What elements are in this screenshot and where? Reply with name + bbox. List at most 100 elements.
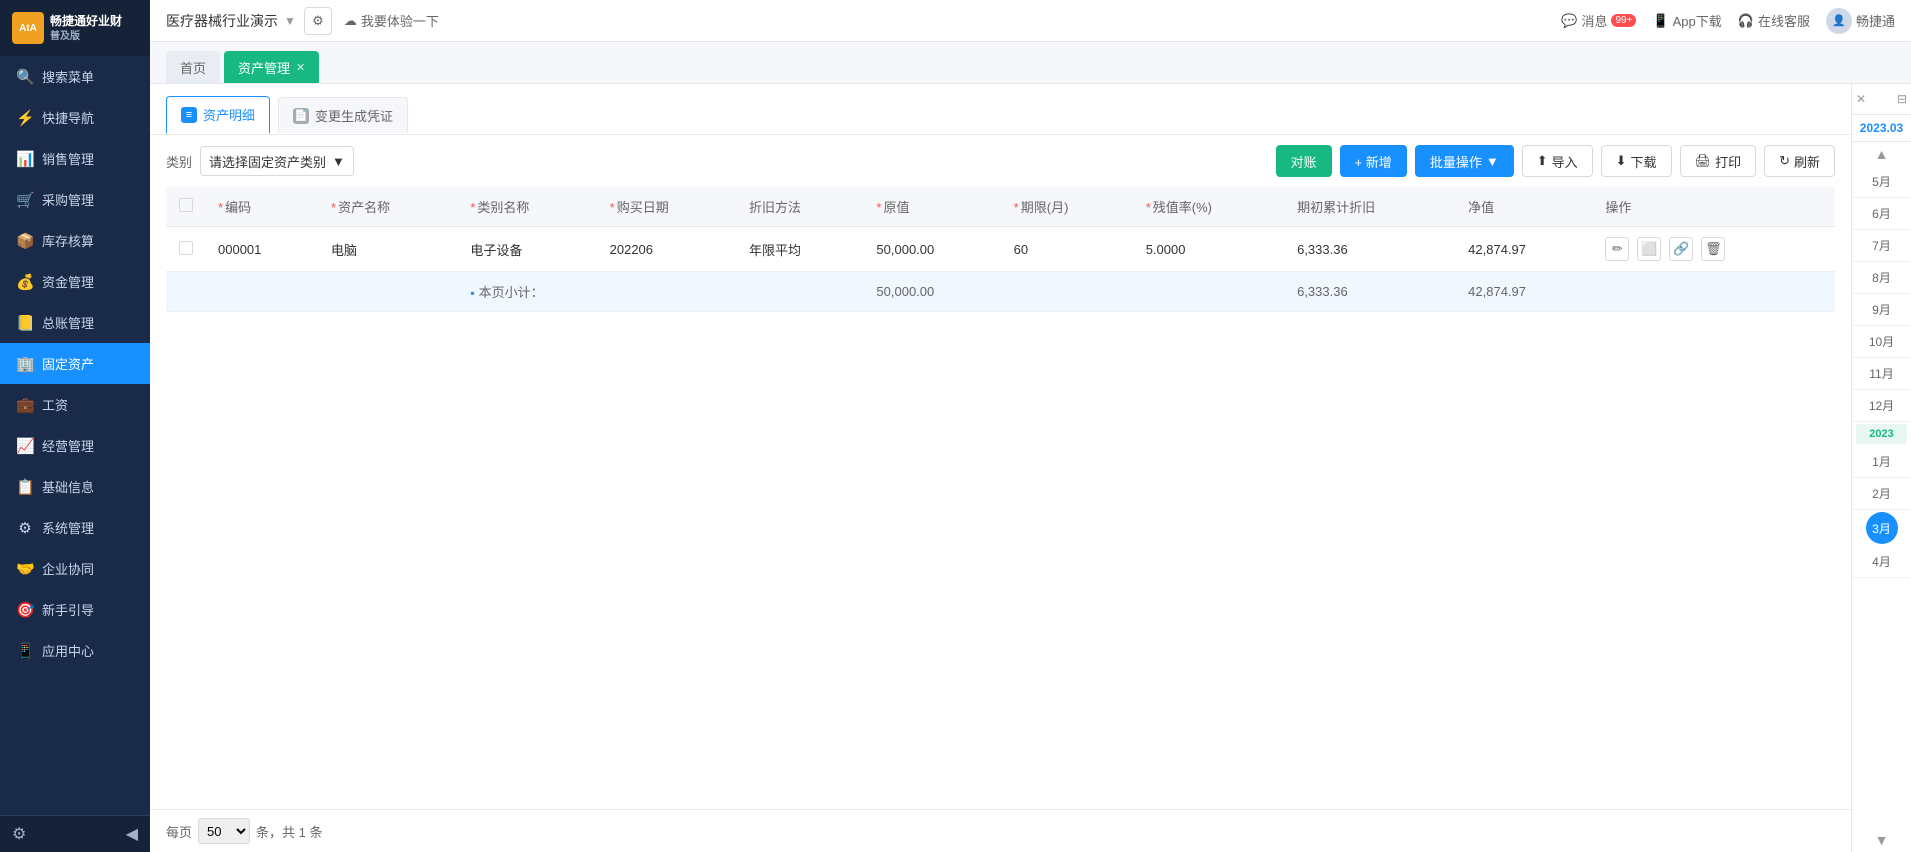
current-month-wrap: 3月 [1852,510,1911,546]
copy-icon[interactable]: ⬜ [1637,237,1661,261]
row-residual-rate: 5.0000 [1134,227,1285,272]
tab-asset-label: 资产管理 [238,58,290,77]
month-10[interactable]: 10月 [1852,326,1911,358]
th-residual-rate: *残值率(%) [1134,187,1285,227]
th-actions: 操作 [1593,187,1835,227]
month-2023-4[interactable]: 4月 [1852,546,1911,578]
gear-icon: ⚙ [312,13,324,29]
sidebar-item-工资[interactable]: 💼工资 [0,384,150,425]
batch-ops-btn[interactable]: 批量操作 ▼ [1415,145,1514,177]
sidebar-item-基础信息[interactable]: 📋基础信息 [0,466,150,507]
tab-asset-detail-label: 资产明细 [203,105,255,124]
month-2023-3-current[interactable]: 3月 [1866,512,1898,544]
sidebar-item-销售管理[interactable]: 📊销售管理 [0,138,150,179]
tab-voucher-label: 变更生成凭证 [315,106,393,125]
subtotal-empty-period [1002,272,1134,312]
online-service-btn[interactable]: 🎧 在线客服 [1738,11,1810,30]
sidebar-label-1: 快捷导航 [42,108,94,127]
print-label: 打印 [1715,152,1741,171]
tab-home[interactable]: 首页 [166,51,220,83]
company-name: 医疗器械行业演示 [166,11,278,31]
tab-voucher-gen[interactable]: 📄 变更生成凭证 [278,97,408,133]
scroll-down-btn[interactable]: ▼ [1852,828,1911,852]
row-accumulated: 6,333.36 [1285,227,1456,272]
tab-close-btn[interactable]: ✕ [296,61,305,74]
experience-btn[interactable]: ☁ 我要体验一下 [344,11,439,30]
scroll-up-btn[interactable]: ▲ [1852,142,1911,166]
sidebar-item-资金管理[interactable]: 💰资金管理 [0,261,150,302]
month-8[interactable]: 8月 [1852,262,1911,294]
sidebar-icon-10: 📋 [16,478,34,496]
print-btn[interactable]: 🖨 打印 [1680,145,1757,177]
sidebar-item-总账管理[interactable]: 📒总账管理 [0,302,150,343]
sidebar-item-系统管理[interactable]: ⚙系统管理 [0,507,150,548]
refresh-btn[interactable]: ↻ 刷新 [1764,145,1835,177]
tab-asset-management[interactable]: 资产管理 ✕ [224,51,319,83]
month-6[interactable]: 6月 [1852,198,1911,230]
sidebar-label-9: 经营管理 [42,436,94,455]
refresh-label: 刷新 [1794,152,1820,171]
subtotal-empty-3 [319,272,458,312]
collapse-icon[interactable]: ◀ [126,824,138,844]
user-menu[interactable]: 👤 畅捷通 [1826,8,1895,34]
sidebar-item-应用中心[interactable]: 📱应用中心 [0,630,150,671]
sidebar-item-库存核算[interactable]: 📦库存核算 [0,220,150,261]
sidebar-item-快捷导航[interactable]: ⚡ 快捷导航 [0,97,150,138]
content-area: ≡ 资产明细 📄 变更生成凭证 类别 请选择固定资产类别 ▼ 对账 [150,84,1911,852]
sidebar-item-经营管理[interactable]: 📈经营管理 [0,425,150,466]
category-select[interactable]: 请选择固定资产类别 ▼ [200,146,354,176]
row-checkbox[interactable] [179,241,193,255]
right-panel-year: 2023.03 [1852,115,1911,142]
company-dropdown-arrow: ▼ [284,14,296,28]
total-label: 条，共 1 条 [256,822,322,841]
toolbar-tabs: ≡ 资产明细 📄 变更生成凭证 [150,84,1851,135]
download-icon: 📱 [1652,13,1668,29]
sidebar-icon-8: 💼 [16,396,34,414]
settings-icon[interactable]: ⚙ [12,824,26,844]
subtotal-net-value: 42,874.97 [1456,272,1593,312]
subtotal-original-value: 50,000.00 [864,272,1001,312]
sidebar: AtA 畅捷通好业财 普及版 🔍搜索菜单⚡快捷导航📊销售管理🛒采购管理📦库存核算… [0,0,150,852]
edit-icon[interactable]: ✏ [1605,237,1629,261]
row-net-value: 42,874.97 [1456,227,1593,272]
right-panel-close-btn[interactable]: ✕ [1856,92,1866,106]
month-12[interactable]: 12月 [1852,390,1911,422]
app-edition: 普及版 [50,30,122,43]
tab-asset-detail[interactable]: ≡ 资产明细 [166,96,270,134]
messages-btn[interactable]: 💬 消息 99+ [1561,11,1636,30]
sidebar-label-12: 企业协同 [42,559,94,578]
right-panel-expand-btn[interactable]: ⊟ [1897,92,1907,106]
per-page-select[interactable]: 50 10 20 100 [198,818,250,844]
month-5[interactable]: 5月 [1852,166,1911,198]
row-checkbox-cell [166,227,206,272]
sidebar-item-固定资产[interactable]: 🏢固定资产 [0,343,150,384]
month-9[interactable]: 9月 [1852,294,1911,326]
delete-icon[interactable]: 🗑 [1701,237,1725,261]
month-2023-1[interactable]: 1月 [1852,446,1911,478]
app-download-btn[interactable]: 📱 App下载 [1652,11,1721,30]
th-period: *期限(月) [1002,187,1134,227]
add-new-btn[interactable]: + 新增 [1340,145,1407,177]
import-btn[interactable]: ⬆ 导入 [1522,145,1593,177]
row-name: 电脑 [319,227,458,272]
messages-label: 消息 [1581,11,1607,30]
sidebar-icon-1: ⚡ [16,109,34,127]
sidebar-icon-4: 📦 [16,232,34,250]
sidebar-item-企业协同[interactable]: 🤝企业协同 [0,548,150,589]
month-2023-2[interactable]: 2月 [1852,478,1911,510]
download-btn[interactable]: ⬇ 下载 [1601,145,1672,177]
link-icon[interactable]: 🔗 [1669,237,1693,261]
online-service-label: 在线客服 [1758,11,1810,30]
row-category: 电子设备 [458,227,597,272]
sidebar-item-新手引导[interactable]: 🎯新手引导 [0,589,150,630]
sidebar-item-采购管理[interactable]: 🛒采购管理 [0,179,150,220]
right-panel: ✕ ⊟ 2023.03 ▲ 5月 6月 7月 8月 9月 10月 11月 12月… [1851,84,1911,852]
company-selector[interactable]: 医疗器械行业演示 ▼ [166,11,296,31]
month-11[interactable]: 11月 [1852,358,1911,390]
month-7[interactable]: 7月 [1852,230,1911,262]
reconcile-btn[interactable]: 对账 [1276,145,1332,177]
select-all-checkbox[interactable] [179,198,193,212]
sidebar-item-搜索菜单[interactable]: 🔍搜索菜单 [0,56,150,97]
company-settings-btn[interactable]: ⚙ [304,7,332,35]
category-select-arrow: ▼ [332,154,345,169]
